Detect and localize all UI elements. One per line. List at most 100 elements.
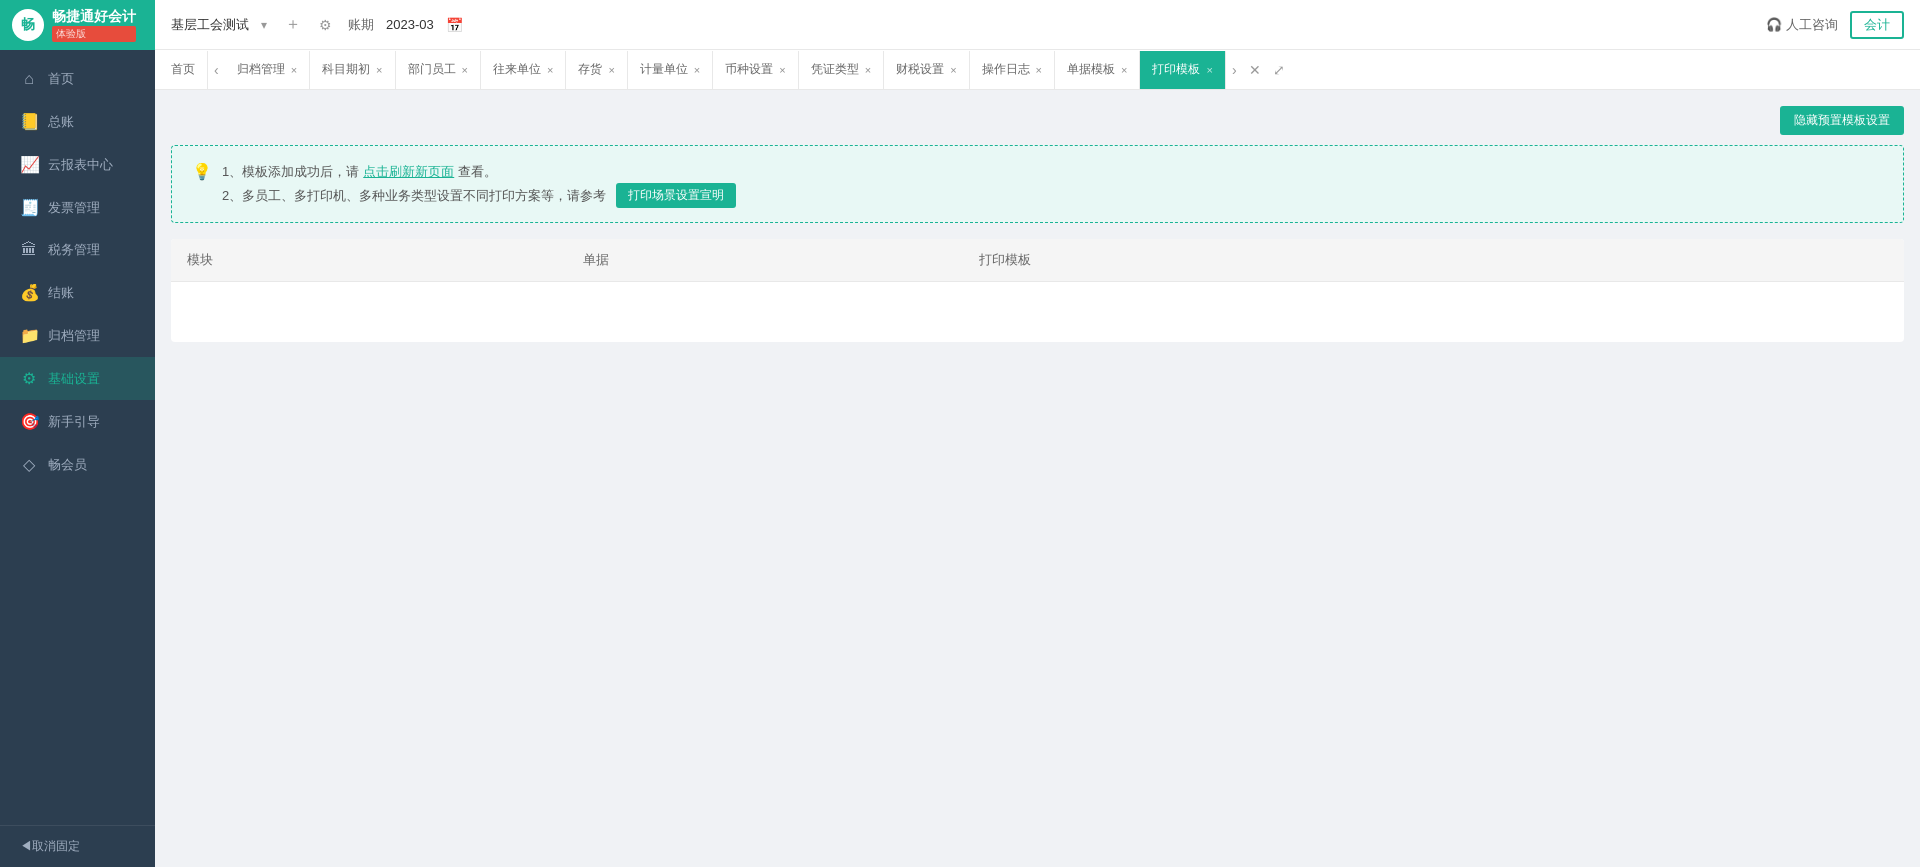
tab-close-singleform[interactable]: × [1121,64,1127,76]
tab-printtemplate[interactable]: 打印模板 × [1140,51,1225,89]
notice-refresh-link[interactable]: 点击刷新新页面 [363,160,454,183]
hide-template-button[interactable]: 隐藏预置模板设置 [1780,106,1904,135]
tab-expand-button[interactable]: ⤢ [1267,51,1291,89]
nav-icon-archive: 📁 [20,326,38,345]
tab-close-subject[interactable]: × [376,64,382,76]
sidebar-item-invoice[interactable]: 🧾发票管理 [0,186,155,229]
sidebar-item-checkout[interactable]: 💰 结账 [0,271,155,314]
nav-label-reports: 云报表中心 [48,156,113,174]
logo-text: 畅捷通好会计 体验版 [52,8,136,43]
col-form: 单据 [567,239,963,281]
tab-home[interactable]: 首页 [159,51,208,89]
sidebar-nav: ⌂ 首页 📒 总账 📈 云报表中心 🧾发票管理 🏛 税务管理 💰 结账 📁 归档管理 ⚙基础设置🎯新手引导… [0,50,155,825]
tab-unit[interactable]: 计量单位 × [628,51,713,89]
nav-icon-reports: 📈 [20,155,38,174]
tab-label-voucher: 凭证类型 [811,61,859,78]
headset-icon: 🎧 [1766,17,1782,32]
add-tab-button[interactable]: ＋ [279,12,307,37]
tab-oplog[interactable]: 操作日志 × [970,51,1055,89]
close-all-icon: ✕ [1249,62,1261,78]
tab-subject[interactable]: 科目期初 × [310,51,395,89]
nav-label-invoice: 发票管理 [48,199,100,217]
tab-taxset[interactable]: 财税设置 × [884,51,969,89]
sidebar: 畅 畅捷通好会计 体验版 ⌂ 首页 📒 总账 📈 云报表中心 🧾发票管理 🏛 税务管理 💰 结账 📁 归… [0,0,155,867]
col-module: 模块 [171,239,567,281]
tab-partner[interactable]: 往来单位 × [481,51,566,89]
tab-dept[interactable]: 部门员工 × [396,51,481,89]
nav-label-settings: 基础设置 [48,370,100,388]
sidebar-unpin[interactable]: ◀取消固定 [0,825,155,867]
notice-line2-prefix: 2、多员工、多打印机、多种业务类型设置不同打印方案等，请参考 [222,184,606,207]
sidebar-item-ledger[interactable]: 📒 总账 [0,100,155,143]
top-header: 基层工会测试 ▾ ＋ ⚙ 账期 2023-03 📅 🎧 人工咨询 会计 [155,0,1920,50]
tab-close-printtemplate[interactable]: × [1206,64,1212,76]
company-dropdown-icon[interactable]: ▾ [261,18,267,32]
tab-close-unit[interactable]: × [694,64,700,76]
nav-icon-ledger: 📒 [20,112,38,131]
sidebar-item-settings[interactable]: ⚙基础设置 [0,357,155,400]
tab-label-inventory: 存货 [578,61,602,78]
tab-close-partner[interactable]: × [547,64,553,76]
tab-label-dept: 部门员工 [408,61,456,78]
tab-close-inventory[interactable]: × [608,64,614,76]
tab-nav-prev[interactable]: ‹ [208,51,225,89]
period-label: 账期 [348,16,374,34]
tab-close-archive[interactable]: × [291,64,297,76]
notice-content: 1、模板添加成功后，请 点击刷新新页面 查看。 2、多员工、多打印机、多种业务类… [222,160,1883,208]
calendar-icon[interactable]: 📅 [446,17,463,33]
tab-nav-next[interactable]: › [1226,51,1243,89]
tab-close-taxset[interactable]: × [950,64,956,76]
tab-label-taxset: 财税设置 [896,61,944,78]
settings-gear-icon[interactable]: ⚙ [319,17,332,33]
sidebar-item-archive[interactable]: 📁 归档管理 [0,314,155,357]
nav-icon-home: ⌂ [20,70,38,88]
tab-label-singleform: 单据模板 [1067,61,1115,78]
notice-line-2: 2、多员工、多打印机、多种业务类型设置不同打印方案等，请参考 打印场景设置宣明 [222,183,1883,208]
tab-currency[interactable]: 币种设置 × [713,51,798,89]
sidebar-item-reports[interactable]: 📈 云报表中心 [0,143,155,186]
table-body [171,282,1904,342]
tab-bar: 首页‹归档管理 ×科目期初 ×部门员工 ×往来单位 ×存货 ×计量单位 ×币种设… [155,50,1920,90]
tab-label-archive: 归档管理 [237,61,285,78]
tab-label-oplog: 操作日志 [982,61,1030,78]
user-role-button[interactable]: 会计 [1850,11,1904,39]
tab-close-oplog[interactable]: × [1036,64,1042,76]
tab-close-all-button[interactable]: ✕ [1243,51,1267,89]
customer-service-label: 人工咨询 [1786,16,1838,34]
logo-icon: 畅 [12,9,44,41]
tab-close-dept[interactable]: × [462,64,468,76]
nav-label-ledger: 总账 [48,113,74,131]
tab-label-printtemplate: 打印模板 [1152,61,1200,78]
nav-label-member: 畅会员 [48,456,87,474]
action-bar: 隐藏预置模板设置 [171,106,1904,135]
notice-lightbulb-icon: 💡 [192,162,212,181]
tab-voucher[interactable]: 凭证类型 × [799,51,884,89]
sidebar-item-tax[interactable]: 🏛 税务管理 [0,229,155,271]
customer-service-btn[interactable]: 🎧 人工咨询 [1766,16,1838,34]
print-template-table: 模块 单据 打印模板 [171,239,1904,342]
tab-inventory[interactable]: 存货 × [566,51,627,89]
sidebar-item-guide[interactable]: 🎯新手引导 [0,400,155,443]
tab-label-unit: 计量单位 [640,61,688,78]
nav-icon-tax: 🏛 [20,241,38,259]
tab-label-currency: 币种设置 [725,61,773,78]
tab-archive[interactable]: 归档管理 × [225,51,310,89]
nav-label-archive: 归档管理 [48,327,100,345]
nav-label-home: 首页 [48,70,74,88]
print-scene-button[interactable]: 打印场景设置宣明 [616,183,736,208]
unpin-label: ◀取消固定 [20,838,80,855]
tab-close-currency[interactable]: × [779,64,785,76]
tab-label-subject: 科目期初 [322,61,370,78]
sidebar-item-home[interactable]: ⌂ 首页 [0,58,155,100]
expand-icon: ⤢ [1273,62,1285,78]
col-template: 打印模板 [963,239,1904,281]
period-value: 2023-03 [386,17,434,32]
nav-label-checkout: 结账 [48,284,74,302]
nav-label-tax: 税务管理 [48,241,100,259]
info-notice: 💡 1、模板添加成功后，请 点击刷新新页面 查看。 2、多员工、多打印机、多种业… [171,145,1904,223]
tab-singleform[interactable]: 单据模板 × [1055,51,1140,89]
sidebar-item-member[interactable]: ◇畅会员 [0,443,155,486]
nav-icon-checkout: 💰 [20,283,38,302]
tab-close-voucher[interactable]: × [865,64,871,76]
header-right: 🎧 人工咨询 会计 [1766,11,1904,39]
